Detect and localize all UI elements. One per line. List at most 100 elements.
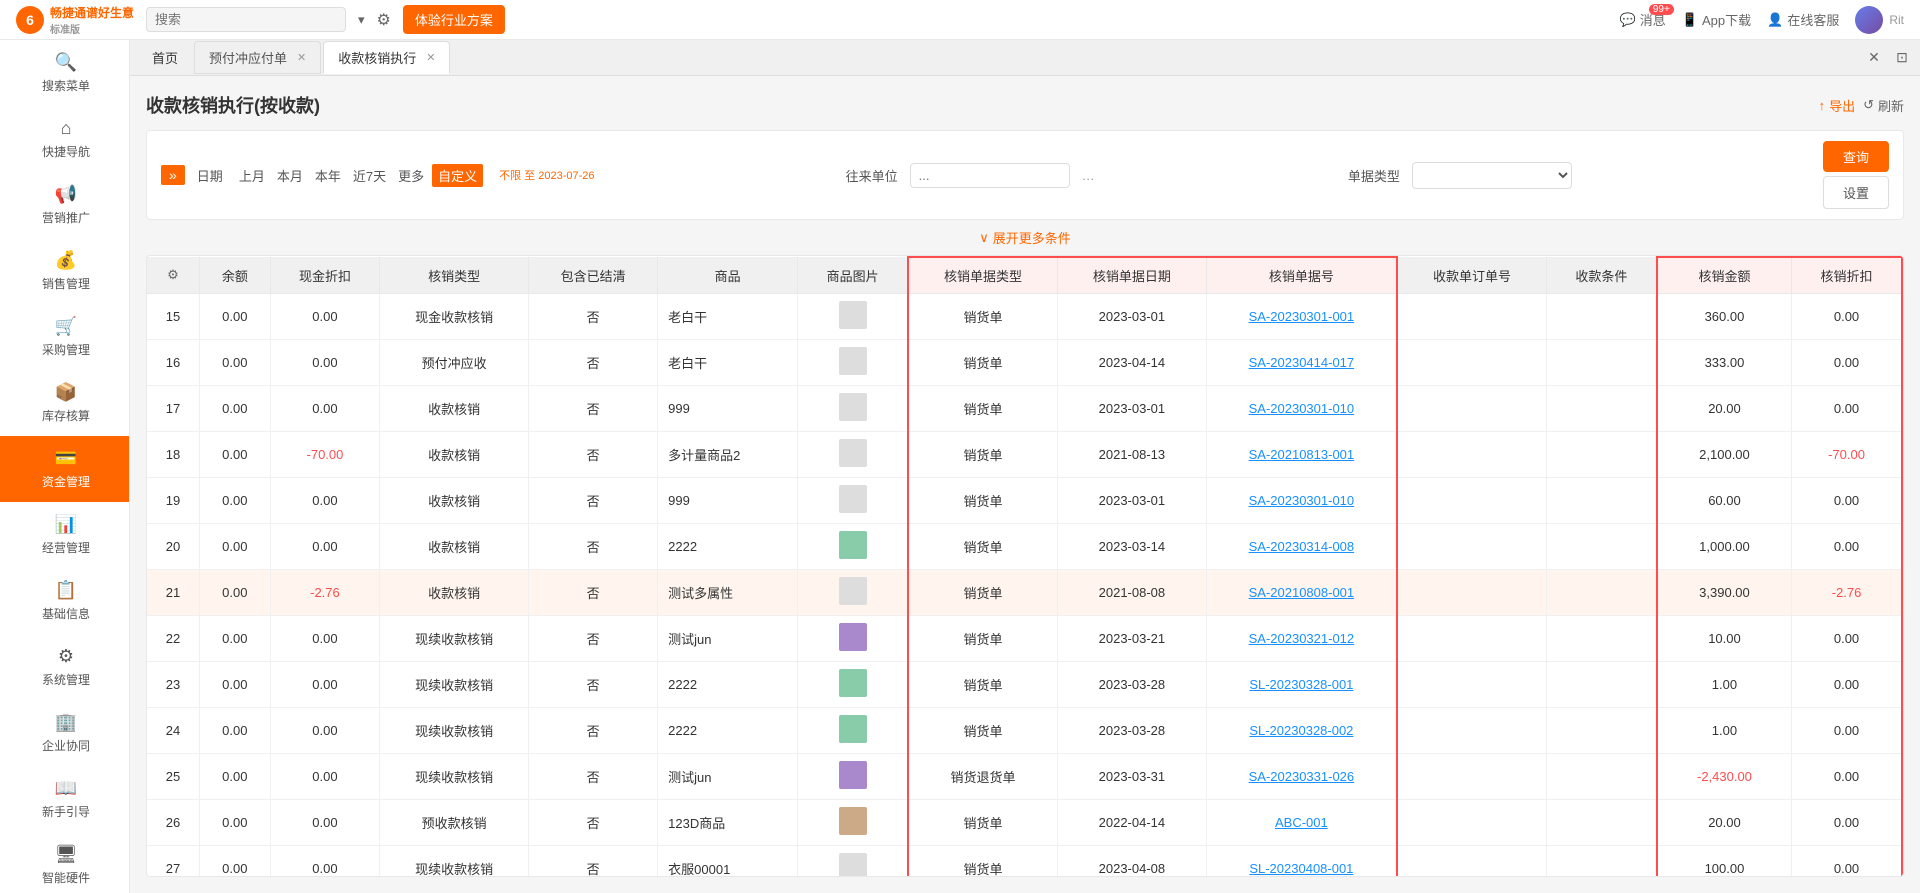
td-voucher-date: 2021-08-08 — [1058, 570, 1207, 616]
sidebar-item-system[interactable]: ⚙ 系统管理 — [0, 634, 129, 700]
td-voucher-no: SA-20230301-010 — [1206, 386, 1397, 432]
online-service[interactable]: 👤 在线客服 — [1767, 10, 1839, 29]
td-order-no — [1397, 340, 1546, 386]
sidebar-item-finance[interactable]: 💳 资金管理 — [0, 436, 129, 502]
sidebar-item-operations[interactable]: 📊 经营管理 — [0, 502, 129, 568]
td-include-settled: 否 — [528, 524, 657, 570]
filter-partner-input[interactable] — [910, 163, 1070, 188]
guide-icon: 📖 — [55, 778, 77, 799]
tab-prepay-close[interactable]: ✕ — [297, 51, 306, 64]
user-avatar-area[interactable]: Rit — [1855, 6, 1904, 34]
sidebar-item-hardware[interactable]: 🖥 智能硬件 — [0, 832, 129, 893]
sidebar-item-guide[interactable]: 📖 新手引导 — [0, 766, 129, 832]
filter-voucher-select[interactable] — [1412, 162, 1572, 189]
refresh-button[interactable]: ↺ 刷新 — [1863, 96, 1904, 115]
industry-button[interactable]: 体验行业方案 — [403, 5, 505, 34]
td-cash-discount: 0.00 — [270, 754, 380, 800]
tab-close-action[interactable]: ✕ — [1864, 48, 1884, 68]
sidebar-label: 营销推广 — [42, 209, 90, 226]
base-icon: 📋 — [55, 580, 77, 601]
filter-7days[interactable]: 近7天 — [349, 164, 390, 187]
td-amount: -2,430.00 — [1657, 754, 1792, 800]
sidebar-label: 采购管理 — [42, 341, 90, 358]
tab-collection-close[interactable]: ✕ — [426, 51, 435, 64]
filter-partner-label: 往来单位 — [846, 166, 898, 185]
td-balance: 0.00 — [200, 294, 271, 340]
sidebar-item-base[interactable]: 📋 基础信息 — [0, 568, 129, 634]
td-payment-condition — [1546, 478, 1656, 524]
expand-more-button[interactable]: ∨ 展开更多条件 — [979, 228, 1071, 247]
td-cash-discount: 0.00 — [270, 708, 380, 754]
td-order-no — [1397, 662, 1546, 708]
top-right-actions: 💬 消息 99+ 📱 App下载 👤 在线客服 Rit — [1620, 6, 1904, 34]
th-order-no: 收款单订单号 — [1397, 257, 1546, 294]
filter-this-month[interactable]: 本月 — [273, 164, 307, 187]
td-product: 老白干 — [658, 340, 798, 386]
expand-chevron-icon: ∨ — [979, 230, 989, 246]
table-row: 21 0.00 -2.76 收款核销 否 测试多属性 销货单 2021-08-0… — [147, 570, 1902, 616]
message-badge[interactable]: 💬 消息 99+ — [1620, 10, 1666, 29]
td-cash-discount: 0.00 — [270, 616, 380, 662]
sidebar-item-marketing[interactable]: 📢 营销推广 — [0, 172, 129, 238]
sidebar-item-enterprise[interactable]: 🏢 企业协同 — [0, 700, 129, 766]
td-cancel-type: 现续收款核销 — [380, 846, 529, 878]
td-include-settled: 否 — [528, 294, 657, 340]
td-product: 2222 — [658, 708, 798, 754]
sidebar-item-inventory[interactable]: 📦 库存核算 — [0, 370, 129, 436]
filter-last-month[interactable]: 上月 — [235, 164, 269, 187]
export-button[interactable]: ↑ 导出 — [1819, 96, 1856, 115]
sidebar-item-purchase[interactable]: 🛒 采购管理 — [0, 304, 129, 370]
td-order-no — [1397, 708, 1546, 754]
td-cancel-type: 现续收款核销 — [380, 708, 529, 754]
filter-partner-more[interactable]: … — [1082, 168, 1097, 183]
sidebar-item-search-menu[interactable]: 🔍 搜索菜单 — [0, 40, 129, 106]
td-balance: 0.00 — [200, 432, 271, 478]
service-label: 在线客服 — [1787, 10, 1839, 29]
td-voucher-date: 2021-08-13 — [1058, 432, 1207, 478]
logo: 6 畅捷通谱好生意 标准版 — [16, 4, 134, 36]
settings-button[interactable]: 设置 — [1823, 176, 1889, 209]
td-balance: 0.00 — [200, 662, 271, 708]
filter-expand-button[interactable]: » — [161, 165, 185, 185]
td-product-image — [798, 616, 908, 662]
td-cash-discount: 0.00 — [270, 846, 380, 878]
gear-icon[interactable]: ⚙ — [377, 10, 391, 30]
td-voucher-no: SA-20210808-001 — [1206, 570, 1397, 616]
td-amount: 10.00 — [1657, 616, 1792, 662]
td-balance: 0.00 — [200, 478, 271, 524]
tab-prepay[interactable]: 预付冲应付单 ✕ — [194, 41, 321, 74]
sidebar-item-sales[interactable]: 💰 销售管理 — [0, 238, 129, 304]
dropdown-arrow[interactable]: ▾ — [358, 12, 365, 28]
tab-home[interactable]: 首页 — [138, 42, 192, 73]
td-include-settled: 否 — [528, 386, 657, 432]
query-button[interactable]: 查询 — [1823, 141, 1889, 172]
app-download[interactable]: 📱 App下载 — [1682, 10, 1751, 29]
td-amount: 100.00 — [1657, 846, 1792, 878]
td-payment-condition — [1546, 662, 1656, 708]
td-no: 20 — [147, 524, 200, 570]
td-include-settled: 否 — [528, 708, 657, 754]
th-voucher-no: 核销单据号 — [1206, 257, 1397, 294]
logo-text: 畅捷通谱好生意 标准版 — [50, 4, 134, 36]
tab-prepay-label: 预付冲应付单 — [209, 48, 287, 67]
td-voucher-type: 销货单 — [908, 432, 1057, 478]
td-payment-condition — [1546, 294, 1656, 340]
filter-more-dates[interactable]: 更多 — [394, 164, 428, 187]
filter-custom[interactable]: 自定义 — [432, 164, 483, 187]
tab-fullscreen-action[interactable]: ⊡ — [1892, 48, 1912, 68]
td-include-settled: 否 — [528, 616, 657, 662]
tab-collection[interactable]: 收款核销执行 ✕ — [323, 41, 450, 74]
td-cancel-type: 预收款核销 — [380, 800, 529, 846]
td-voucher-date: 2022-04-14 — [1058, 800, 1207, 846]
filter-this-year[interactable]: 本年 — [311, 164, 345, 187]
td-amount: 1.00 — [1657, 662, 1792, 708]
search-input[interactable] — [146, 7, 346, 32]
td-voucher-no: SA-20210813-001 — [1206, 432, 1397, 478]
td-voucher-type: 销货单 — [908, 800, 1057, 846]
enterprise-icon: 🏢 — [55, 712, 77, 733]
expand-more-row: ∨ 展开更多条件 — [146, 228, 1904, 247]
sidebar-item-quick-nav[interactable]: ⌂ 快捷导航 — [0, 106, 129, 172]
th-settings[interactable]: ⚙ — [147, 257, 200, 294]
td-product-image — [798, 432, 908, 478]
td-order-no — [1397, 294, 1546, 340]
